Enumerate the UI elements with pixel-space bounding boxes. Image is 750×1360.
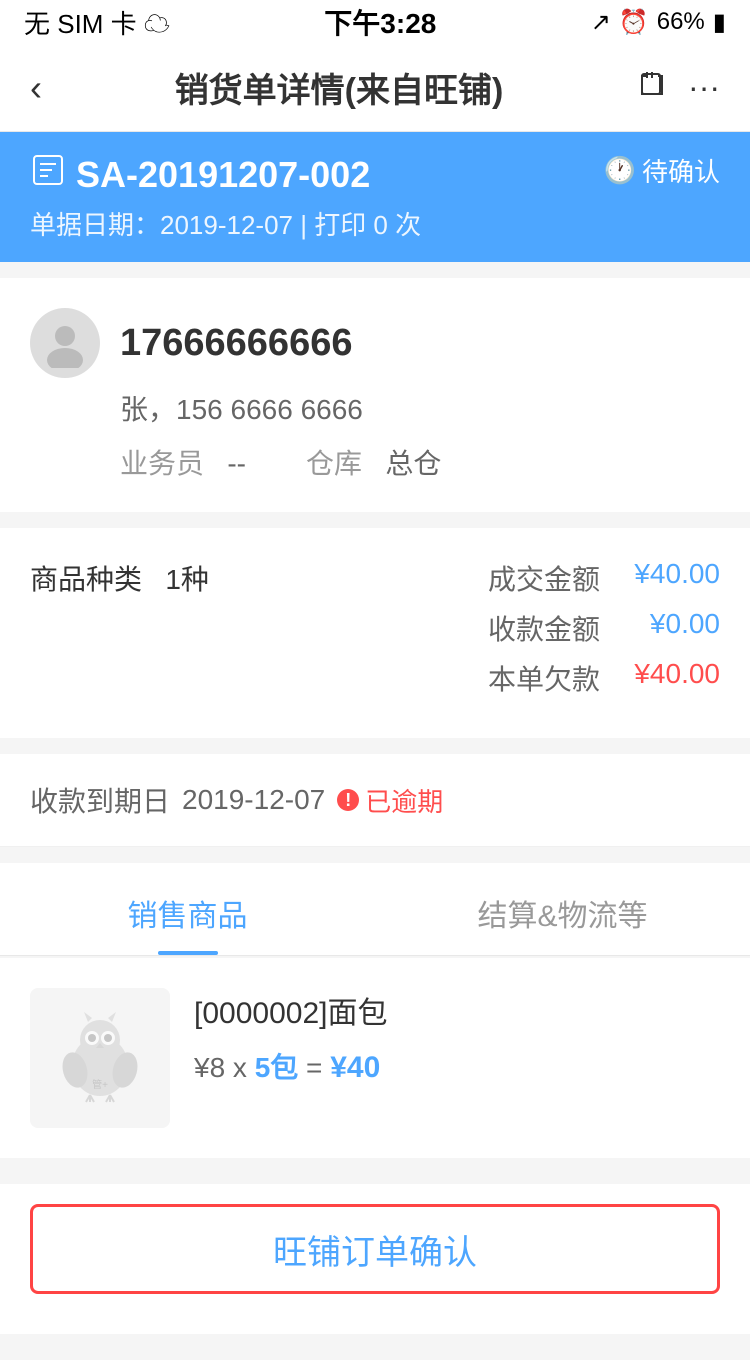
nav-actions: ··· [636, 68, 720, 108]
tab-settlement[interactable]: 结算&物流等 [375, 863, 750, 955]
transaction-value: ¥40.00 [620, 558, 720, 598]
alarm-icon: ⏰ [619, 8, 649, 37]
due-date-section: 收款到期日 2019-12-07 ! 已逾期 [0, 754, 750, 847]
status-text: 待确认 [642, 152, 720, 189]
product-info: [0000002]面包 ¥8 x 5包 = ¥40 [194, 988, 720, 1086]
order-id-text: SA-20191207-002 [76, 154, 370, 196]
product-image: 管+ [30, 988, 170, 1128]
unit-price: ¥8 x [194, 1052, 255, 1083]
order-status: 🕐 待确认 [604, 152, 720, 189]
page-title: 销货单详情(来自旺铺) [175, 63, 504, 112]
tab-settlement-label: 结算&物流等 [477, 900, 647, 933]
nav-bar: ‹ 销货单详情(来自旺铺) ··· [0, 44, 750, 132]
received-label: 收款金额 [488, 608, 600, 648]
overdue-icon: ! [337, 789, 359, 811]
confirm-order-button[interactable]: 旺铺订单确认 [30, 1204, 720, 1294]
product-price: ¥8 x 5包 = ¥40 [194, 1046, 720, 1086]
tabs-section: 销售商品 结算&物流等 [0, 863, 750, 956]
owed-amount-row: 本单欠款 ¥40.00 [488, 658, 720, 698]
status-bar: 无 SIM 卡 ☁ 下午3:28 ↗ ⏰ 66% ▮ [0, 0, 750, 44]
equals: = [298, 1052, 330, 1083]
received-amount-row: 收款金额 ¥0.00 [488, 608, 720, 648]
bottom-bar: 旺铺订单确认 [0, 1184, 750, 1334]
types-value: 1种 [165, 564, 209, 595]
warehouse-field: 仓库 总仓 [306, 442, 441, 482]
overdue-text: 已逾期 [365, 782, 443, 819]
product-types: 商品种类 1种 [30, 558, 488, 598]
total-price: ¥40 [330, 1051, 380, 1084]
battery-icon: ▮ [713, 8, 726, 37]
no-sim-text: 无 SIM 卡 ☁ [24, 4, 170, 41]
customer-name-phone: 张，156 6666 6666 [120, 388, 720, 428]
status-right: ↗ ⏰ 66% ▮ [591, 8, 726, 37]
quantity: 5包 [255, 1052, 299, 1083]
product-name: [0000002]面包 [194, 988, 720, 1032]
customer-meta: 业务员 -- 仓库 总仓 [120, 442, 720, 482]
tab-sales-products[interactable]: 销售商品 [0, 863, 375, 955]
types-label: 商品种类 [30, 564, 142, 595]
summary-left: 商品种类 1种 [30, 558, 488, 598]
order-id-icon [30, 152, 66, 197]
salesperson-label: 业务员 [120, 448, 204, 479]
summary-right: 成交金额 ¥40.00 收款金额 ¥0.00 本单欠款 ¥40.00 [488, 558, 720, 708]
summary-section: 商品种类 1种 成交金额 ¥40.00 收款金额 ¥0.00 本单欠款 ¥40.… [0, 528, 750, 738]
salesperson-value: -- [227, 448, 246, 479]
received-value: ¥0.00 [620, 608, 720, 648]
location-icon: ↗ [591, 8, 611, 37]
status-left: 无 SIM 卡 ☁ [24, 4, 170, 41]
order-header-banner: SA-20191207-002 单据日期：2019-12-07 | 打印 0 次… [0, 132, 750, 262]
customer-avatar [30, 308, 100, 378]
transaction-label: 成交金额 [488, 558, 600, 598]
salesperson-field: 业务员 -- [120, 442, 246, 482]
order-date: 单据日期：2019-12-07 | 打印 0 次 [30, 205, 421, 242]
more-icon[interactable]: ··· [688, 69, 720, 106]
owed-label: 本单欠款 [488, 658, 600, 698]
customer-phone: 17666666666 [120, 322, 352, 365]
tab-sales-label: 销售商品 [128, 900, 248, 933]
svg-text:管+: 管+ [92, 1078, 108, 1091]
warehouse-value: 总仓 [385, 448, 441, 479]
battery-text: 66% [657, 8, 705, 36]
owed-value: ¥40.00 [620, 658, 720, 698]
order-id: SA-20191207-002 [30, 152, 421, 197]
due-date-label: 收款到期日 [30, 780, 170, 820]
customer-top: 17666666666 [30, 308, 720, 378]
overdue-badge: ! 已逾期 [337, 782, 443, 819]
clock-icon: 🕐 [604, 155, 636, 186]
status-time: 下午3:28 [324, 2, 436, 42]
transaction-amount-row: 成交金额 ¥40.00 [488, 558, 720, 598]
share-icon[interactable] [636, 68, 668, 108]
warehouse-label: 仓库 [306, 448, 362, 479]
due-date-value: 2019-12-07 [182, 784, 325, 816]
back-button[interactable]: ‹ [30, 67, 42, 109]
customer-section: 17666666666 张，156 6666 6666 业务员 -- 仓库 总仓 [0, 278, 750, 512]
product-section: 管+ [0000002]面包 ¥8 x 5包 = ¥40 [0, 958, 750, 1158]
